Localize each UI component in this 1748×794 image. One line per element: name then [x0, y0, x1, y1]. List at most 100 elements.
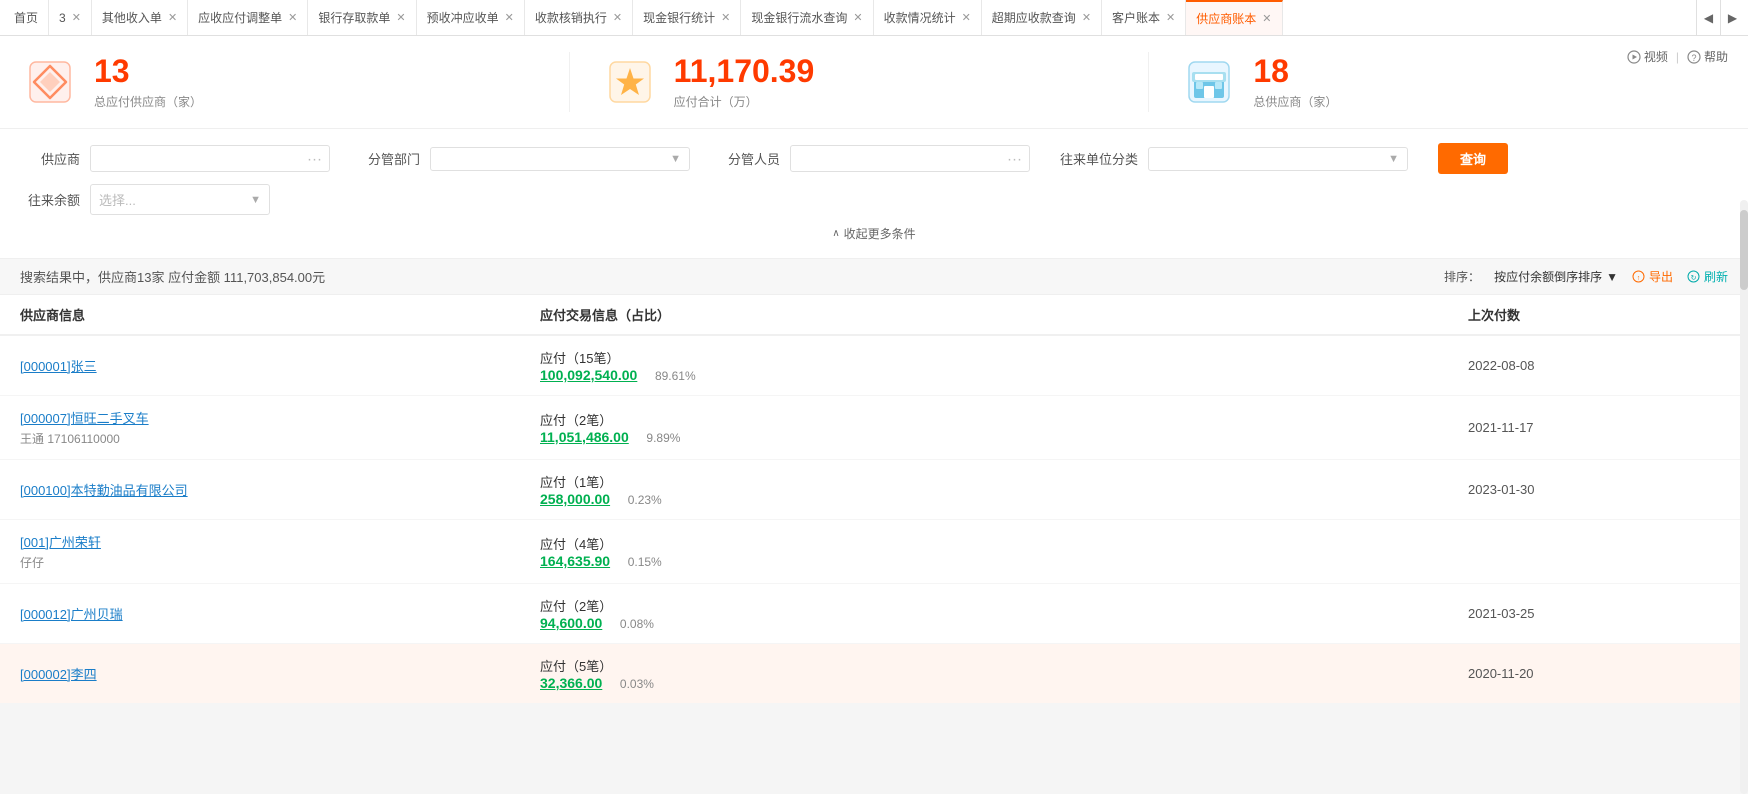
category-filter-label: 往来单位分类 — [1060, 149, 1138, 168]
tx-percent-1: 9.89% — [646, 431, 680, 445]
nav-arrows: ◀ ▶ — [1696, 0, 1744, 36]
svg-text:↑: ↑ — [1637, 275, 1641, 282]
balance-select[interactable]: 选择... ▼ — [90, 184, 270, 215]
supplier-link-3[interactable]: [001]广州荣轩 — [20, 532, 540, 551]
nav-tab-supplier-ledger[interactable]: 供应商账本✕ — [1186, 0, 1282, 36]
close-tab-icon[interactable]: ✕ — [853, 11, 862, 24]
tx-label-3: 应付（4笔） — [540, 534, 1468, 553]
col-header-last-pay: 上次付数 — [1468, 305, 1728, 324]
close-tab-icon[interactable]: ✕ — [396, 11, 405, 24]
tx-label-2: 应付（1笔） — [540, 472, 1468, 491]
close-tab-icon[interactable]: ✕ — [1262, 12, 1271, 25]
refresh-button[interactable]: ↻ 刷新 — [1687, 268, 1728, 285]
export-icon: ↑ — [1632, 270, 1645, 283]
nav-tab-other-income[interactable]: 其他收入单 ✕ — [92, 0, 188, 36]
export-button[interactable]: ↑ 导出 — [1632, 268, 1673, 285]
summary-card-2: 11,170.39 应付合计（万） — [569, 52, 1149, 112]
collapse-button[interactable]: ∧ 收起更多条件 — [832, 225, 915, 242]
nav-tab-label: 3 — [59, 11, 66, 25]
tx-amount-1[interactable]: 11,051,486.00 — [540, 429, 629, 445]
supplier-filter-label: 供应商 — [20, 149, 80, 168]
balance-chevron-icon: ▼ — [250, 194, 261, 206]
result-summary-text: 搜索结果中，供应商13家 应付金额 111,703,854.00元 — [20, 267, 325, 286]
nav-tab-cash-bank-flow[interactable]: 现金银行流水查询✕ — [741, 0, 873, 36]
dept-select[interactable]: ▼ — [430, 147, 690, 171]
tx-label-4: 应付（2笔） — [540, 596, 1468, 615]
close-tab-icon[interactable]: ✕ — [288, 11, 297, 24]
supplier-link-0[interactable]: [000001]张三 — [20, 356, 540, 375]
close-tab-icon[interactable]: ✕ — [168, 11, 177, 24]
nav-tab-label: 应收应付调整单 — [198, 9, 282, 26]
tx-label-1: 应付（2笔） — [540, 410, 1468, 429]
nav-tab-label: 客户账本 — [1112, 9, 1160, 26]
nav-tab-home[interactable]: 首页 — [4, 0, 49, 36]
supplier-link-5[interactable]: [000002]李四 — [20, 664, 540, 683]
scrollbar-track[interactable] — [1740, 200, 1748, 794]
last-pay-date-4: 2021-03-25 — [1468, 606, 1728, 621]
nav-tab-ar-ap-adjust[interactable]: 应收应付调整单 ✕ — [188, 0, 308, 36]
search-button[interactable]: 查询 — [1438, 143, 1508, 174]
close-tab-icon[interactable]: ✕ — [613, 11, 622, 24]
nav-tab-tab3[interactable]: 3✕ — [49, 0, 92, 36]
table-row: [000001]张三 应付（15笔） 100,092,540.00 89.61%… — [0, 336, 1748, 396]
tx-amount-5[interactable]: 32,366.00 — [540, 675, 602, 691]
tx-cell-1: 应付（2笔） 11,051,486.00 9.89% — [540, 410, 1468, 445]
close-tab-icon[interactable]: ✕ — [962, 11, 971, 24]
supplier-link-2[interactable]: [000100]本特勤油品有限公司 — [20, 480, 540, 499]
tx-amount-row-2: 258,000.00 0.23% — [540, 491, 1468, 507]
nav-tab-label: 其他收入单 — [102, 9, 162, 26]
close-tab-icon[interactable]: ✕ — [1166, 11, 1175, 24]
close-tab-icon[interactable]: ✕ — [505, 11, 514, 24]
filter-area: 供应商 ··· 分管部门 ▼ 分管人员 ··· 往来单位分类 ▼ 查询 往来余额 — [0, 129, 1748, 259]
nav-tab-label: 收款核销执行 — [535, 9, 607, 26]
table-area: 供应商信息 应付交易信息（占比） 上次付数 [000001]张三 应付（15笔）… — [0, 295, 1748, 704]
table-row: [000012]广州贝瑞 应付（2笔） 94,600.00 0.08% 2021… — [0, 584, 1748, 644]
nav-right-arrow[interactable]: ▶ — [1720, 0, 1744, 36]
top-navigation: 首页3✕其他收入单✕应收应付调整单✕银行存取款单✕预收冲应收单✕收款核销执行✕现… — [0, 0, 1748, 36]
svg-text:↻: ↻ — [1691, 275, 1697, 282]
nav-tab-receipt-stat[interactable]: 收款情况统计✕ — [874, 0, 982, 36]
supplier-link-1[interactable]: [000007]恒旺二手叉车 — [20, 408, 540, 427]
supplier-cell-1: [000007]恒旺二手叉车 王通 17106110000 — [20, 408, 540, 447]
card-icon-2 — [600, 52, 660, 112]
tx-cell-0: 应付（15笔） 100,092,540.00 89.61% — [540, 348, 1468, 383]
tx-amount-0[interactable]: 100,092,540.00 — [540, 367, 637, 383]
dept-chevron-icon: ▼ — [670, 153, 681, 165]
shop-icon — [1181, 54, 1237, 110]
nav-left-arrow[interactable]: ◀ — [1696, 0, 1720, 36]
tx-amount-2[interactable]: 258,000.00 — [540, 491, 610, 507]
nav-tab-customer-ledger[interactable]: 客户账本 ✕ — [1102, 0, 1186, 36]
sort-select[interactable]: 按应付余额倒序排序 ▼ — [1494, 268, 1618, 285]
balance-placeholder: 选择... — [99, 190, 136, 209]
close-tab-icon[interactable]: ✕ — [1082, 11, 1091, 24]
nav-tab-overdue-ar[interactable]: 超期应收款查询 ✕ — [982, 0, 1102, 36]
tx-amount-4[interactable]: 94,600.00 — [540, 615, 602, 631]
last-pay-date-1: 2021-11-17 — [1468, 420, 1728, 435]
close-tab-icon[interactable]: ✕ — [721, 11, 730, 24]
supplier-input[interactable] — [90, 145, 330, 172]
nav-tab-label: 超期应收款查询 — [992, 9, 1076, 26]
svg-text:?: ? — [1691, 53, 1696, 63]
supplier-link-4[interactable]: [000012]广州贝瑞 — [20, 604, 540, 623]
diamond-icon — [22, 54, 78, 110]
tx-cell-3: 应付（4笔） 164,635.90 0.15% — [540, 534, 1468, 569]
person-input[interactable] — [790, 145, 1030, 172]
nav-tab-prepay-ar[interactable]: 预收冲应收单✕ — [417, 0, 525, 36]
scrollbar-thumb[interactable] — [1740, 210, 1748, 290]
nav-tab-label: 首页 — [14, 9, 38, 26]
balance-filter-label: 往来余额 — [20, 190, 80, 209]
category-select[interactable]: ▼ — [1148, 147, 1408, 171]
nav-tab-cash-bank-stat[interactable]: 现金银行统计✕ — [633, 0, 741, 36]
card1-label: 总应付供应商（家） — [94, 93, 202, 110]
help-link[interactable]: ? 帮助 — [1687, 48, 1728, 65]
nav-tab-bank-deposit[interactable]: 银行存取款单✕ — [308, 0, 416, 36]
last-pay-date-2: 2023-01-30 — [1468, 482, 1728, 497]
result-bar: 搜索结果中，供应商13家 应付金额 111,703,854.00元 排序： 按应… — [0, 259, 1748, 295]
col-header-tx: 应付交易信息（占比） — [540, 305, 1468, 324]
summary-area: 13 总应付供应商（家） 11,170.39 应付合计（万） — [0, 36, 1748, 129]
tx-amount-3[interactable]: 164,635.90 — [540, 553, 610, 569]
nav-tab-receipt-verify[interactable]: 收款核销执行 ✕ — [525, 0, 633, 36]
video-link[interactable]: 视频 — [1627, 48, 1668, 65]
links-separator: | — [1676, 48, 1679, 65]
close-tab-icon[interactable]: ✕ — [72, 11, 81, 24]
